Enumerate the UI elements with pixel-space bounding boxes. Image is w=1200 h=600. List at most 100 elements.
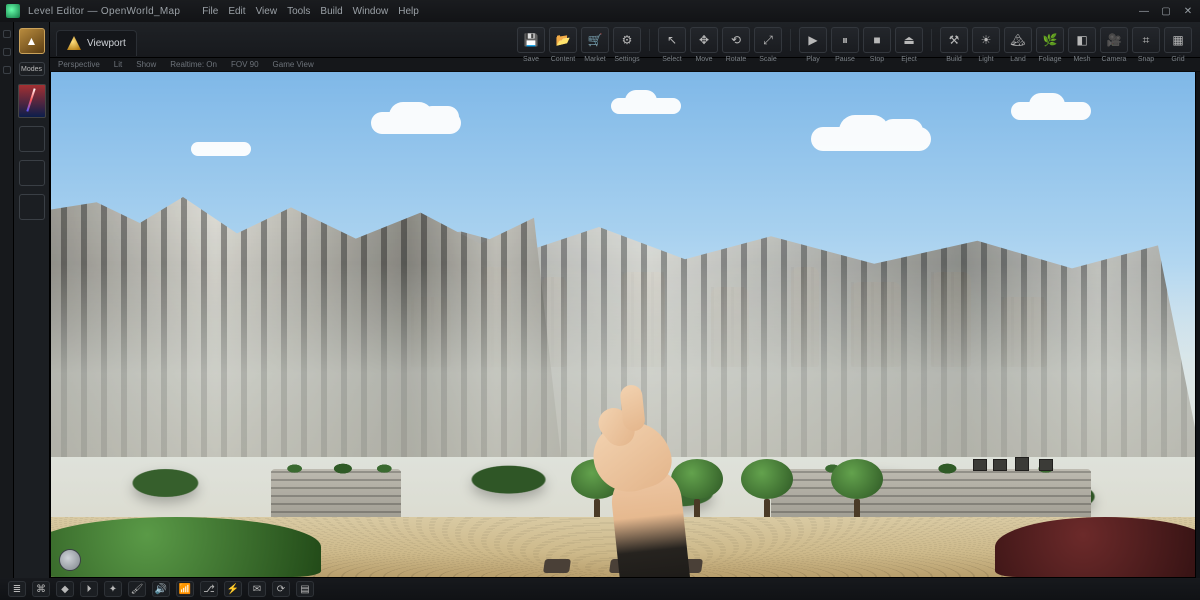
tool-foliage-button[interactable]: 🌿Foliage [1036, 27, 1064, 53]
status-cmd-button[interactable]: ⌘ [32, 581, 50, 597]
modes-tab-label: Modes [21, 66, 42, 73]
tray-audio-button[interactable]: 🔊 [152, 581, 170, 597]
cmd-icon: ⌘ [36, 584, 46, 595]
level-viewport[interactable] [50, 72, 1196, 578]
viewport-tab[interactable]: Viewport [56, 30, 137, 56]
tool-rotate-button[interactable]: ⟲Rotate [722, 27, 750, 53]
tool-pause-button[interactable]: ⏸Pause [831, 27, 859, 53]
tool-select-button[interactable]: ↖Select [658, 27, 686, 53]
net-icon: 📶 [179, 584, 191, 595]
tool-scale-button[interactable]: ⤢Scale [754, 27, 782, 53]
window-controls: — ▢ ✕ [1138, 6, 1194, 17]
minimize-button[interactable]: — [1138, 6, 1150, 17]
tray-vcs-button[interactable]: ⎇ [200, 581, 218, 597]
tray-net-button[interactable]: 📶 [176, 581, 194, 597]
viewport-gizmo-icon[interactable] [59, 549, 81, 571]
status-progress-button[interactable]: ⟳ [272, 581, 290, 597]
maximize-button[interactable]: ▢ [1160, 6, 1172, 17]
view-perspective[interactable]: Perspective [58, 60, 100, 69]
perf-icon: ⚡ [227, 584, 239, 595]
output-icon: ≣ [13, 584, 21, 595]
scale-icon: ⤢ [763, 34, 773, 46]
close-button[interactable]: ✕ [1182, 6, 1194, 17]
tool-grid-button[interactable]: ▦Grid [1164, 27, 1192, 53]
content-icon: 📂 [556, 34, 571, 46]
play-icon: ▶ [808, 34, 817, 46]
rail-slot[interactable] [3, 66, 11, 74]
menu-file[interactable]: File [202, 6, 218, 17]
tool-translate-button[interactable]: ✥Move [690, 27, 718, 53]
drawer-icon: ▤ [300, 584, 309, 595]
vcs-icon: ⎇ [203, 584, 215, 595]
status-output-button[interactable]: ≣ [8, 581, 26, 597]
stop-icon: ■ [873, 34, 880, 46]
audio-icon: 🔊 [155, 584, 167, 595]
rail-slot[interactable] [3, 48, 11, 56]
menu-window[interactable]: Window [353, 6, 389, 17]
tool-camera-button[interactable]: 🎥Camera [1100, 27, 1128, 53]
view-gameview[interactable]: Game View [273, 60, 314, 69]
menu-edit[interactable]: Edit [228, 6, 245, 17]
tool-mesh-button[interactable]: ◧Mesh [1068, 27, 1096, 53]
tool-marketplace-button[interactable]: 🛒Market [581, 27, 609, 53]
tray-perf-button[interactable]: ⚡ [224, 581, 242, 597]
tool-play-button[interactable]: ▶Play [799, 27, 827, 53]
asset-thumbnail[interactable] [18, 84, 46, 118]
tool-snap-button[interactable]: ⌗Snap [1132, 27, 1160, 53]
status-bar: ≣ ⌘ ◆ ⏵ ✦ 🖌 🔊 📶 ⎇ ⚡ ✉ ⟳ ▤ [0, 578, 1200, 600]
eject-icon: ⏏ [903, 34, 914, 46]
panel-slot[interactable] [19, 160, 45, 186]
build-icon: ⚒ [949, 34, 960, 46]
tool-save-button[interactable]: 💾Save [517, 27, 545, 53]
place-mode-button[interactable]: ▲ [19, 28, 45, 54]
menu-tools[interactable]: Tools [287, 6, 310, 17]
menu-help[interactable]: Help [398, 6, 419, 17]
scene-render [51, 72, 1195, 577]
toolbar-tools: 💾Save📂Content🛒Market⚙Settings ↖Select✥Mov… [509, 22, 1200, 57]
app-icon [6, 4, 20, 18]
tray-seq-button[interactable]: ⏵ [80, 581, 98, 597]
status-drawer-button[interactable]: ▤ [296, 581, 314, 597]
tool-build-label: Build [946, 56, 962, 63]
modes-tab[interactable]: Modes [19, 62, 45, 76]
marketplace-icon: 🛒 [588, 34, 603, 46]
tool-stop-button[interactable]: ■Stop [863, 27, 891, 53]
side-panel: ▲ Modes [14, 22, 50, 578]
tool-content-button[interactable]: 📂Content [549, 27, 577, 53]
tray-bp-button[interactable]: ◆ [56, 581, 74, 597]
tool-grid-label: Grid [1171, 56, 1184, 63]
save-icon: 💾 [524, 34, 539, 46]
level-icon [67, 36, 81, 50]
rotate-icon: ⟲ [731, 34, 741, 46]
tool-landscape-label: Land [1010, 56, 1026, 63]
window-title: Level Editor — OpenWorld_Map [28, 6, 180, 17]
view-show[interactable]: Show [136, 60, 156, 69]
view-lit[interactable]: Lit [114, 60, 122, 69]
view-realtime[interactable]: Realtime: On [170, 60, 217, 69]
tool-landscape-button[interactable]: 🏔Land [1004, 27, 1032, 53]
tool-lighting-button[interactable]: ☀Light [972, 27, 1000, 53]
tool-build-button[interactable]: ⚒Build [940, 27, 968, 53]
rail-slot[interactable] [3, 30, 11, 38]
msgs-icon: ✉ [253, 584, 261, 595]
tray-fx-button[interactable]: ✦ [104, 581, 122, 597]
menu-view[interactable]: View [256, 6, 278, 17]
panel-slot[interactable] [19, 194, 45, 220]
snap-icon: ⌗ [1143, 34, 1150, 46]
tray-paint-button[interactable]: 🖌 [128, 581, 146, 597]
main-area: Viewport 💾Save📂Content🛒Market⚙Settings↖S… [50, 22, 1200, 578]
tool-settings-button[interactable]: ⚙Settings [613, 27, 641, 53]
tool-eject-button[interactable]: ⏏Eject [895, 27, 923, 53]
translate-icon: ✥ [699, 34, 709, 46]
menu-bar: File Edit View Tools Build Window Help [202, 6, 419, 17]
panel-slot[interactable] [19, 126, 45, 152]
status-msgs-button[interactable]: ✉ [248, 581, 266, 597]
main-toolbar: Viewport 💾Save📂Content🛒Market⚙Settings ↖S… [50, 22, 1200, 58]
mesh-icon: ◧ [1076, 34, 1087, 46]
paint-icon: 🖌 [131, 584, 144, 595]
tool-content-label: Content [551, 56, 576, 63]
menu-build[interactable]: Build [320, 6, 342, 17]
player-hand [536, 347, 726, 578]
view-fov[interactable]: FOV 90 [231, 60, 259, 69]
status-tray: ◆ ⏵ ✦ 🖌 🔊 📶 ⎇ ⚡ [56, 581, 242, 597]
